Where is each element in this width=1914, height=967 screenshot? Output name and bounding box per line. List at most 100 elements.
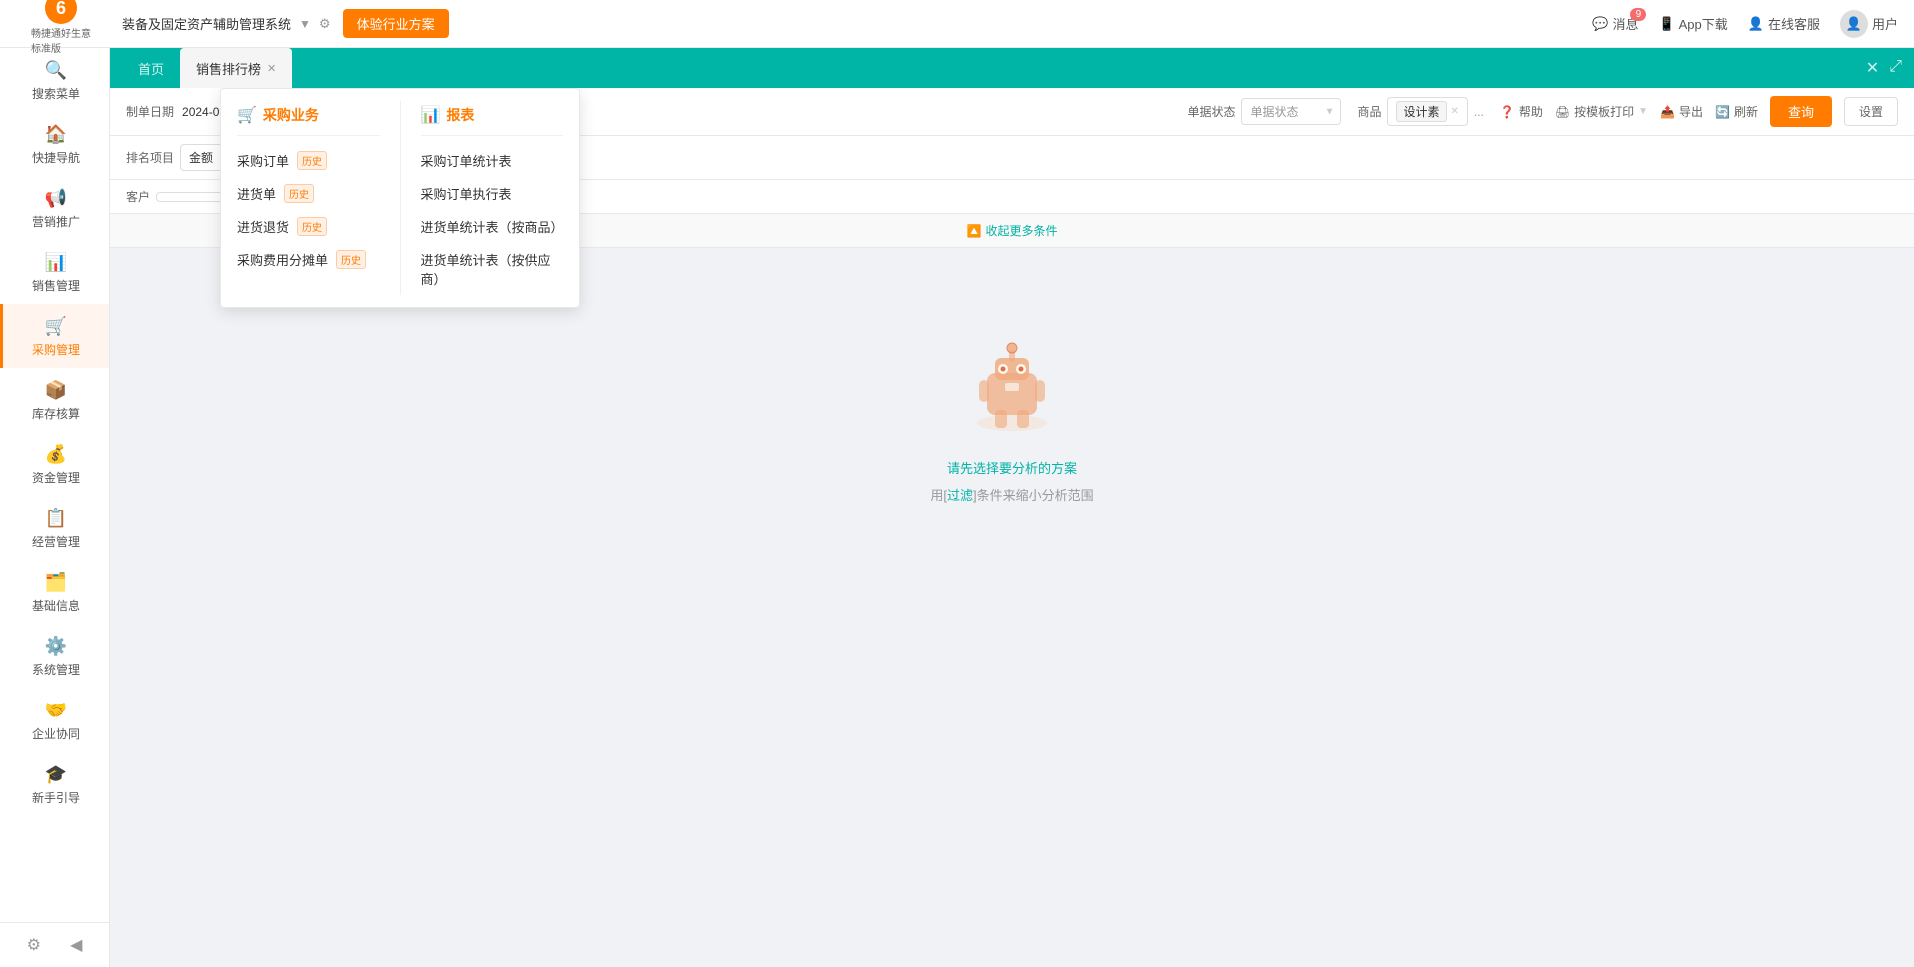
dropdown-po-stats-label: 采购订单统计表 <box>421 151 512 170</box>
sidebar-item-marketing[interactable]: 📢 营销推广 <box>0 176 109 240</box>
sidebar-item-sales[interactable]: 📊 销售管理 <box>0 240 109 304</box>
dropdown-item-po-stats[interactable]: 采购订单统计表 <box>421 144 564 177</box>
sidebar-label-search: 搜索菜单 <box>32 85 80 102</box>
sidebar-label-basic-info: 基础信息 <box>32 597 80 614</box>
sidebar-label-marketing: 营销推广 <box>32 213 80 230</box>
headset-icon: 👤 <box>1748 16 1764 32</box>
refresh-label: 刷新 <box>1734 103 1758 120</box>
title-settings-icon[interactable]: ⚙ <box>319 16 331 32</box>
title-chevron-icon[interactable]: ▼ <box>299 17 311 31</box>
dropdown-item-purchase-order[interactable]: 采购订单 历史 <box>237 144 380 177</box>
sidebar-item-inventory[interactable]: 📦 库存核算 <box>0 368 109 432</box>
tab-bar: 首页 销售排行榜 ✕ ✕ ⤢ <box>110 48 1914 88</box>
top-bar: 6 畅捷通好生意 标准版 装备及固定资产辅助管理系统 ▼ ⚙ 体验行业方案 💬 … <box>0 0 1914 48</box>
sales-icon: 📊 <box>45 252 67 273</box>
sidebar-bottom: ⚙ ◀ <box>0 922 109 967</box>
filter-highlight: 过滤 <box>947 488 973 503</box>
dropdown-goods-receipt-label: 进货单 <box>237 184 276 203</box>
tab-close-icon[interactable]: ✕ <box>267 62 276 75</box>
user-label: 用户 <box>1872 14 1898 33</box>
phone-icon: 📱 <box>1658 16 1674 32</box>
dropdown-po-exec-label: 采购订单执行表 <box>421 184 512 203</box>
refresh-btn[interactable]: 🔄 刷新 <box>1715 103 1758 120</box>
cooperation-icon: 🤝 <box>45 700 67 721</box>
print-icon: 🖨 <box>1555 105 1570 119</box>
dropdown-receipt-supplier-label: 进货单统计表（按供应商） <box>421 250 564 288</box>
user-avatar: 👤 <box>1840 10 1868 38</box>
dropdown-item-receipt-by-goods[interactable]: 进货单统计表（按商品） <box>421 210 564 243</box>
rank-label: 排名项目 <box>126 149 174 166</box>
marketing-icon: 📢 <box>45 188 67 209</box>
tab-close-all-btn[interactable]: ✕ <box>1866 58 1879 78</box>
sidebar-item-cooperation[interactable]: 🤝 企业协同 <box>0 688 109 752</box>
sidebar-label-guide: 新手引导 <box>32 789 80 806</box>
sidebar-item-quick-nav[interactable]: 🏠 快捷导航 <box>0 112 109 176</box>
system-title-area: 装备及固定资产辅助管理系统 ▼ ⚙ <box>122 14 331 33</box>
user-btn[interactable]: 👤 用户 <box>1840 10 1898 38</box>
goods-more-btn[interactable]: ... <box>1474 105 1484 119</box>
sidebar-item-purchase[interactable]: 🛒 采购管理 <box>0 304 109 368</box>
sidebar-item-operations[interactable]: 📋 经营管理 <box>0 496 109 560</box>
app-download-btn[interactable]: 📱 App下载 <box>1658 14 1727 33</box>
sidebar-label-sales: 销售管理 <box>32 277 80 294</box>
sidebar-item-basic-info[interactable]: 🗂️ 基础信息 <box>0 560 109 624</box>
collapse-btn[interactable]: 🔼 收起更多条件 <box>967 222 1058 239</box>
dropdown-purchase-col: 🛒 采购业务 采购订单 历史 进货单 历史 进货退货 历史 <box>221 101 396 295</box>
messages-badge: 9 <box>1630 8 1646 21</box>
toolbar-actions: ❓ 帮助 🖨 按模板打印 ▼ 📤 导出 🔄 <box>1500 96 1898 127</box>
dropdown-report-icon: 📊 <box>421 105 441 125</box>
brand-name: 畅捷通好生意 标准版 <box>31 25 91 55</box>
tab-sales-ranking[interactable]: 销售排行榜 ✕ <box>180 48 292 88</box>
sidebar-item-search[interactable]: 🔍 搜索菜单 <box>0 48 109 112</box>
app-download-label: App下载 <box>1679 14 1728 33</box>
messages-btn[interactable]: 💬 消息 9 <box>1592 14 1638 33</box>
dropdown-item-goods-receipt[interactable]: 进货单 历史 <box>237 177 380 210</box>
goods-tag-close-icon[interactable]: ✕ <box>1451 106 1459 117</box>
print-btn[interactable]: 🖨 按模板打印 ▼ <box>1555 103 1648 120</box>
dropdown-purchase-title: 🛒 采购业务 <box>237 101 380 136</box>
sidebar-label-quick-nav: 快捷导航 <box>32 149 80 166</box>
purchase-icon: 🛒 <box>45 316 67 337</box>
dropdown-item-return[interactable]: 进货退货 历史 <box>237 210 380 243</box>
online-service-btn[interactable]: 👤 在线客服 <box>1748 14 1820 33</box>
goods-filter: 商品 设计素 ✕ ... <box>1357 97 1483 126</box>
print-label: 按模板打印 <box>1574 103 1634 120</box>
system-icon: ⚙️ <box>45 636 67 657</box>
online-service-label: 在线客服 <box>1768 14 1820 33</box>
content-area: 首页 销售排行榜 ✕ ✕ ⤢ 🛒 采购业务 <box>110 48 1914 967</box>
export-icon: 📤 <box>1660 105 1675 119</box>
doc-status-filter: 单据状态 单据状态 ▼ <box>1187 98 1341 125</box>
dropdown-item-cost-allocation[interactable]: 采购费用分摊单 历史 <box>237 243 380 276</box>
sidebar-label-operations: 经营管理 <box>32 533 80 550</box>
doc-status-select[interactable]: 单据状态 ▼ <box>1241 98 1341 125</box>
sidebar-item-guide[interactable]: 🎓 新手引导 <box>0 752 109 816</box>
dropdown-return-label: 进货退货 <box>237 217 289 236</box>
industry-btn[interactable]: 体验行业方案 <box>343 9 449 38</box>
dropdown-report-col: 📊 报表 采购订单统计表 采购订单执行表 进货单统计表（按商品） 进货单统计表（… <box>405 101 580 295</box>
goods-tag-container[interactable]: 设计素 ✕ <box>1387 97 1467 126</box>
finance-icon: 💰 <box>45 444 67 465</box>
refresh-icon: 🔄 <box>1715 105 1730 119</box>
search-btn[interactable]: 查询 <box>1770 96 1832 127</box>
logo-icon: 6 <box>45 0 77 24</box>
inventory-icon: 📦 <box>45 380 67 401</box>
dropdown-item-po-exec[interactable]: 采购订单执行表 <box>421 177 564 210</box>
goods-tag: 设计素 <box>1396 101 1446 122</box>
settings-btn[interactable]: 设置 <box>1844 97 1898 126</box>
sidebar-item-finance[interactable]: 💰 资金管理 <box>0 432 109 496</box>
rank-value: 金额 <box>189 151 213 165</box>
dropdown-purchase-icon: 🛒 <box>237 105 257 125</box>
sidebar-settings-btn[interactable]: ⚙ <box>27 935 41 955</box>
tab-maximize-btn[interactable]: ⤢ <box>1889 58 1902 78</box>
sidebar-collapse-btn[interactable]: ◀ <box>70 935 82 955</box>
message-icon: 💬 <box>1592 16 1608 32</box>
sidebar-item-system[interactable]: ⚙️ 系统管理 <box>0 624 109 688</box>
empty-illustration <box>957 328 1067 438</box>
export-btn[interactable]: 📤 导出 <box>1660 103 1703 120</box>
dropdown-item-receipt-by-supplier[interactable]: 进货单统计表（按供应商） <box>421 243 564 295</box>
search-icon: 🔍 <box>45 60 67 81</box>
help-btn[interactable]: ❓ 帮助 <box>1500 103 1543 120</box>
tab-home[interactable]: 首页 <box>122 48 180 88</box>
doc-status-label: 单据状态 <box>1187 103 1235 120</box>
dropdown-divider <box>400 101 401 295</box>
